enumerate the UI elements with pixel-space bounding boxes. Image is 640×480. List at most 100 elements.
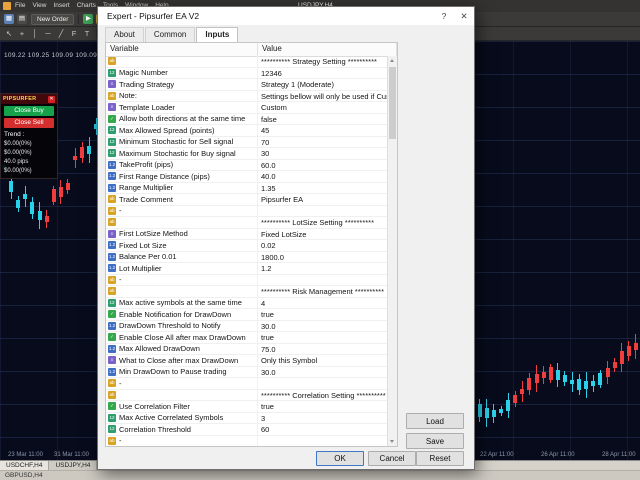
value-cell[interactable]: true — [258, 401, 388, 412]
input-row[interactable]: ab Trade Comment Pipsurfer EA — [106, 194, 388, 206]
load-button[interactable]: Load — [406, 413, 464, 429]
tab-about[interactable]: About — [105, 27, 144, 42]
input-row[interactable]: 12 Maximum Stochastic for Buy signal 30 — [106, 148, 388, 160]
input-row[interactable]: ab ********** Strategy Setting ********** — [106, 56, 388, 68]
tab-common[interactable]: Common — [144, 27, 196, 42]
menu-file[interactable]: File — [15, 0, 25, 12]
trendline-icon[interactable]: ╱ — [56, 27, 66, 41]
input-row[interactable]: ✓ Enable Notification for DrawDown true — [106, 309, 388, 321]
table-scrollbar[interactable] — [387, 56, 397, 446]
value-cell[interactable]: ********** Risk Management ********** — [258, 286, 388, 297]
close-buy-button[interactable]: Close Buy — [4, 106, 54, 116]
reset-button[interactable]: Reset — [416, 451, 464, 466]
input-row[interactable]: 1.2 DrawDown Threshold to Notify 30.0 — [106, 320, 388, 332]
value-cell[interactable]: Only this Symbol — [258, 355, 388, 366]
value-cell[interactable]: 3 — [258, 413, 388, 424]
input-row[interactable]: 12 Magic Number 12346 — [106, 67, 388, 79]
value-cell[interactable] — [258, 206, 388, 217]
autotrading-icon[interactable]: ▶ — [83, 14, 94, 24]
profiles-icon[interactable]: ▤ — [17, 14, 27, 24]
menu-charts[interactable]: Charts — [77, 0, 96, 12]
value-cell[interactable]: false — [258, 114, 388, 125]
value-cell[interactable]: ********** Correlation Setting *********… — [258, 390, 388, 401]
chart-window-icon[interactable]: ▦ — [4, 14, 14, 24]
save-button[interactable]: Save — [406, 433, 464, 449]
dialog-help-icon[interactable]: ? — [434, 7, 454, 25]
input-row[interactable]: ab Note: Settings bellow will only be used… — [106, 90, 388, 102]
value-cell[interactable]: Settings bellow will only be used if Cus… — [258, 91, 388, 102]
text-label-icon[interactable]: T — [82, 27, 92, 41]
input-row[interactable]: ab ********** Risk Management ********** — [106, 286, 388, 298]
value-cell[interactable]: Pipsurfer EA — [258, 194, 388, 205]
value-cell[interactable]: 60.0 — [258, 160, 388, 171]
variable-column-header[interactable]: Variable — [106, 43, 258, 56]
input-row[interactable]: 1.2 Max Allowed DrawDown 75.0 — [106, 343, 388, 355]
value-cell[interactable]: 1.2 — [258, 263, 388, 274]
input-row[interactable]: 1.2 Fixed Lot Size 0.02 — [106, 240, 388, 252]
input-row[interactable]: ab ********** Correlation Setting *******… — [106, 389, 388, 401]
input-row[interactable]: ≡ Template Loader Custom — [106, 102, 388, 114]
input-row[interactable]: ✓ Enable Close All after max DrawDown true — [106, 332, 388, 344]
value-cell[interactable]: 4 — [258, 298, 388, 309]
value-cell[interactable]: 75.0 — [258, 344, 388, 355]
cursor-icon[interactable]: ↖ — [4, 27, 14, 41]
input-row[interactable]: 1.2 Range Multiplier 1.35 — [106, 182, 388, 194]
input-row[interactable]: ≡ First LotSize Method Fixed LotSize — [106, 228, 388, 240]
input-row[interactable]: ab ********** LotSize Setting ********** — [106, 217, 388, 229]
value-cell[interactable]: ********** Strategy Setting ********** — [258, 56, 388, 67]
horizontal-line-icon[interactable]: ─ — [43, 27, 53, 41]
input-row[interactable]: 1.2 Lot Multiplier 1.2 — [106, 263, 388, 275]
ea-panel-close-icon[interactable]: ✕ — [48, 95, 55, 103]
value-cell[interactable]: 30 — [258, 148, 388, 159]
value-cell[interactable]: Strategy 1 (Moderate) — [258, 79, 388, 90]
input-row[interactable]: 1.2 TakeProfit (pips) 60.0 — [106, 159, 388, 171]
value-cell[interactable] — [258, 275, 388, 286]
dialog-title-bar[interactable]: Expert - Pipsurfer EA V2 ? ✕ — [98, 7, 474, 25]
value-cell[interactable]: 60 — [258, 424, 388, 435]
input-row[interactable]: ab - — [106, 378, 388, 390]
value-cell[interactable]: 45 — [258, 125, 388, 136]
fibonacci-icon[interactable]: F — [69, 27, 79, 41]
input-row[interactable]: ≡ Trading Strategy Strategy 1 (Moderate) — [106, 79, 388, 91]
input-row[interactable]: 1.2 Min DrawDown to Pause trading 30.0 — [106, 366, 388, 378]
value-cell[interactable]: 70 — [258, 137, 388, 148]
cancel-button[interactable]: Cancel — [368, 451, 416, 466]
input-row[interactable]: 12 Max active symbols at the same time 4 — [106, 297, 388, 309]
input-row[interactable]: ab - — [106, 274, 388, 286]
vertical-line-icon[interactable]: │ — [30, 27, 40, 41]
value-cell[interactable]: ********** LotSize Setting ********** — [258, 217, 388, 228]
input-row[interactable]: 12 Max Active Correlated Symbols 3 — [106, 412, 388, 424]
input-row[interactable]: ✓ Use Correlation Filter true — [106, 401, 388, 413]
input-row[interactable]: ≡ What to Close after max DrawDown Only th… — [106, 355, 388, 367]
value-cell[interactable]: true — [258, 332, 388, 343]
scrollbar-thumb[interactable] — [389, 67, 396, 139]
input-row[interactable]: 12 Max Allowed Spread (points) 45 — [106, 125, 388, 137]
input-row[interactable]: ✓ Allow both directions at the same time f… — [106, 113, 388, 125]
dialog-close-icon[interactable]: ✕ — [454, 7, 474, 25]
value-cell[interactable]: 40.0 — [258, 171, 388, 182]
menu-insert[interactable]: Insert — [53, 0, 69, 12]
value-cell[interactable]: Fixed LotSize — [258, 229, 388, 240]
value-cell[interactable]: 30.0 — [258, 367, 388, 378]
scroll-down-icon[interactable] — [388, 437, 397, 446]
value-cell[interactable] — [258, 436, 388, 447]
scroll-up-icon[interactable] — [388, 56, 397, 65]
value-cell[interactable]: 30.0 — [258, 321, 388, 332]
input-row[interactable]: ab - — [106, 205, 388, 217]
tab-inputs[interactable]: Inputs — [196, 27, 239, 42]
menu-view[interactable]: View — [32, 0, 46, 12]
value-cell[interactable]: Custom — [258, 102, 388, 113]
input-row[interactable]: 1.2 First Range Distance (pips) 40.0 — [106, 171, 388, 183]
value-column-header[interactable]: Value — [258, 43, 397, 56]
crosshair-icon[interactable]: + — [17, 27, 27, 41]
value-cell[interactable]: 12346 — [258, 68, 388, 79]
value-cell[interactable] — [258, 378, 388, 389]
new-order-button[interactable]: New Order — [31, 13, 75, 25]
value-cell[interactable]: 1.35 — [258, 183, 388, 194]
input-row[interactable]: 12 Minimum Stochastic for Sell signal 70 — [106, 136, 388, 148]
value-cell[interactable]: 0.02 — [258, 240, 388, 251]
input-row[interactable]: 1.2 Balance Per 0.01 1800.0 — [106, 251, 388, 263]
input-row[interactable]: ab - — [106, 435, 388, 447]
value-cell[interactable]: 1800.0 — [258, 252, 388, 263]
value-cell[interactable]: true — [258, 309, 388, 320]
